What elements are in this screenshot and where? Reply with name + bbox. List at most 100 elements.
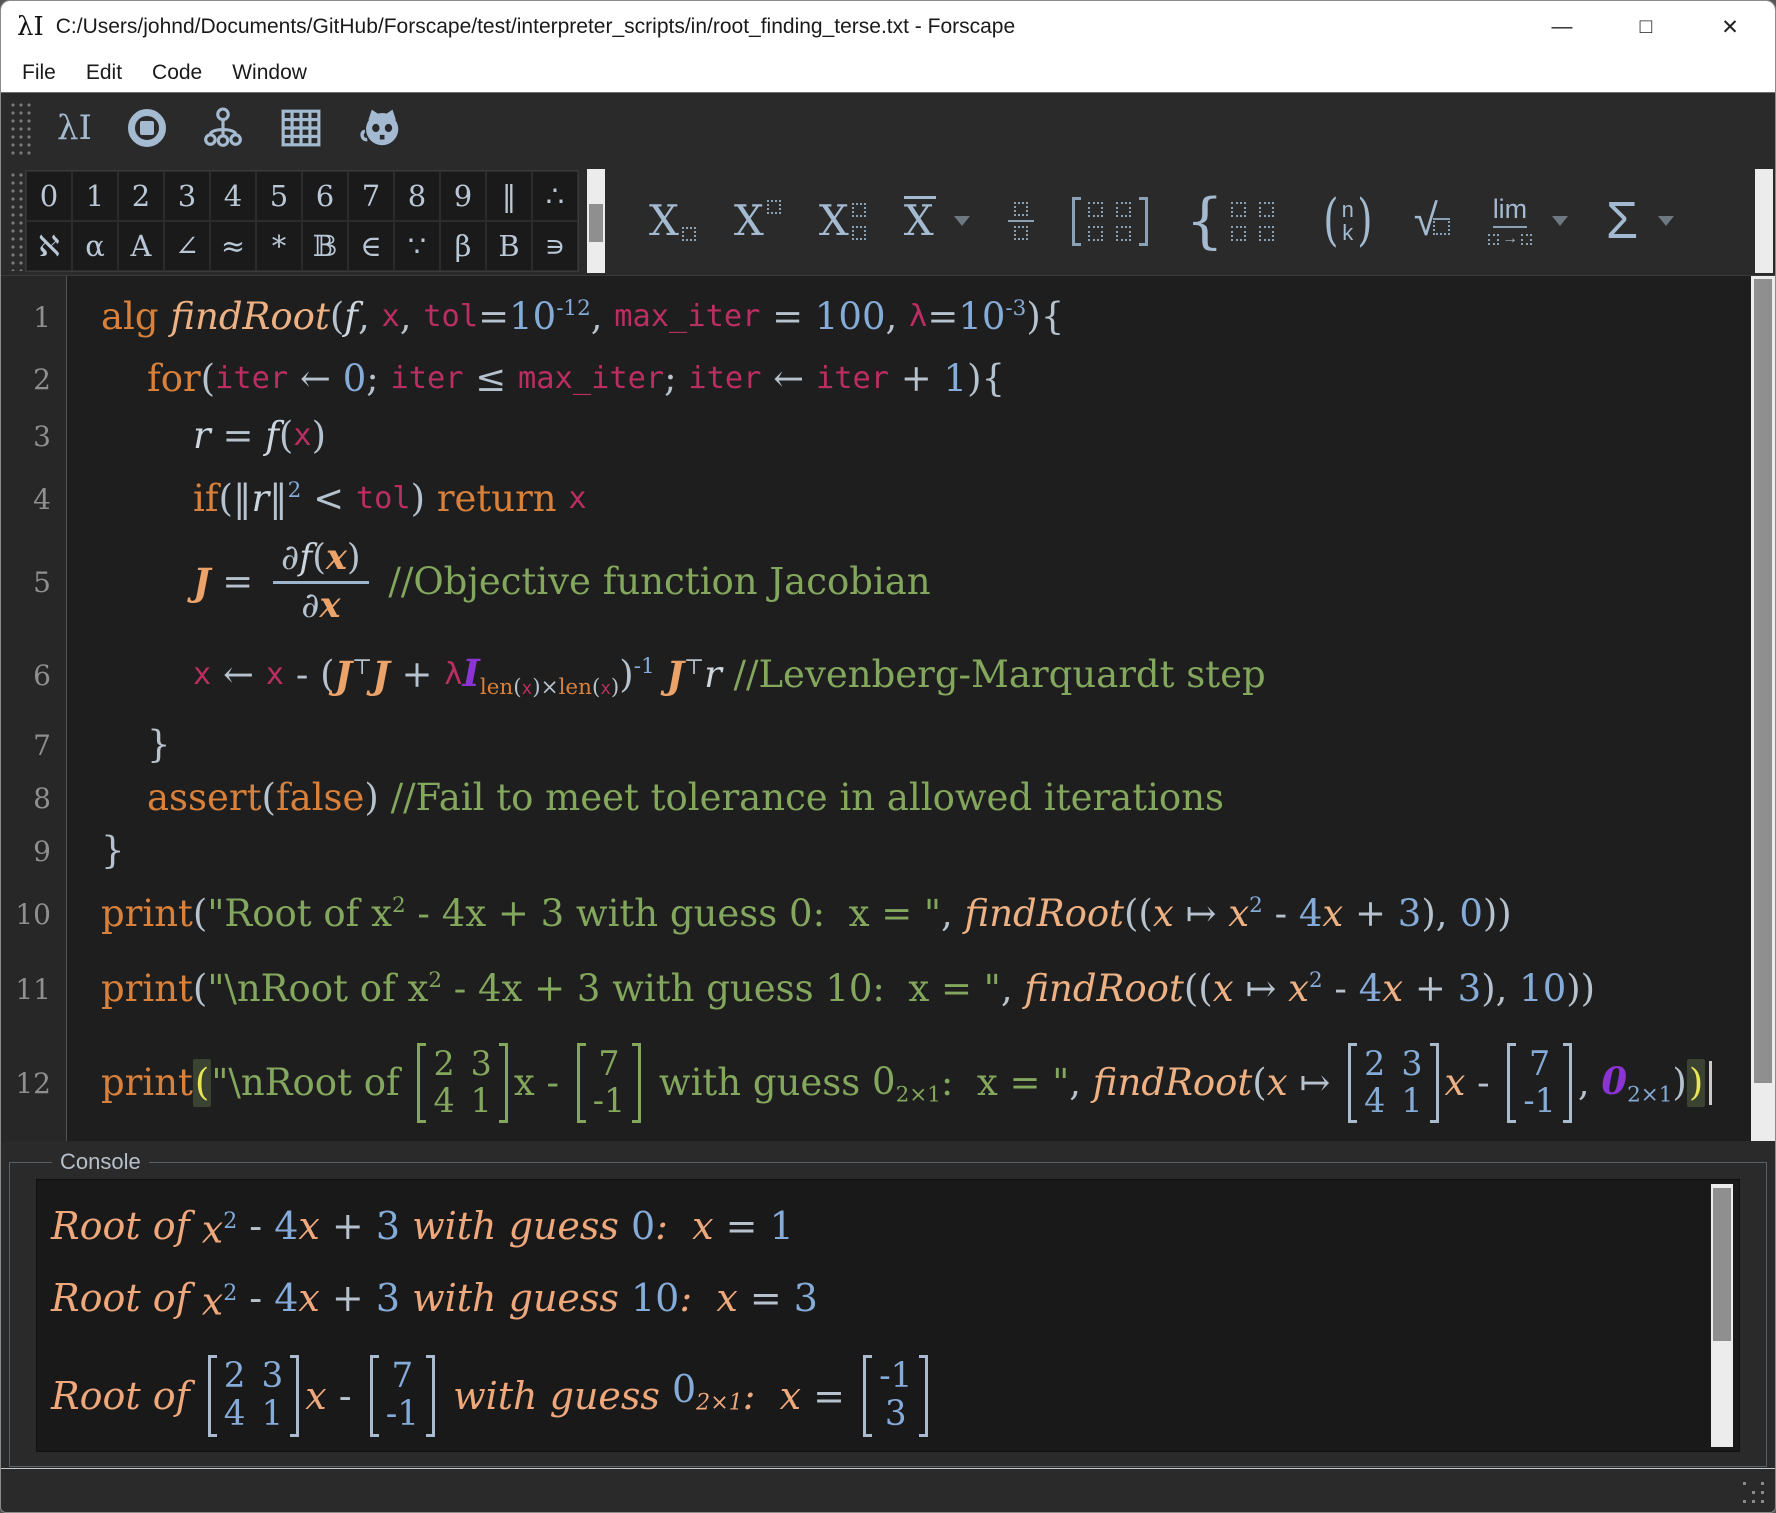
- code-line-content: for(iter ← 0; iter ≤ max_iter; iter ← it…: [67, 355, 1005, 403]
- code-line-content: alg findRoot(f, x, tol = 10-12, max_iter =…: [67, 293, 1064, 341]
- subscript-button[interactable]: X: [649, 200, 696, 242]
- sqrt-button[interactable]: √: [1414, 199, 1450, 243]
- github-button[interactable]: [358, 105, 404, 151]
- editor-scrollbar-thumb[interactable]: [1754, 279, 1772, 1084]
- limit-button[interactable]: lim →: [1487, 194, 1532, 248]
- code-line-9[interactable]: 9}: [1, 826, 1775, 876]
- symbol-tree-button[interactable]: [202, 107, 244, 149]
- maximize-button[interactable]: □: [1631, 15, 1661, 40]
- token: //Objective function Jacobian: [388, 560, 931, 603]
- code-line-7[interactable]: 7}: [1, 720, 1775, 770]
- palette-scrollbar-thumb[interactable]: [589, 204, 603, 242]
- sum-dropdown-arrow[interactable]: [1658, 216, 1675, 226]
- menu-edit[interactable]: Edit: [71, 55, 137, 91]
- token: J: [334, 653, 353, 697]
- accent-bar-button[interactable]: X: [903, 196, 936, 242]
- menu-window[interactable]: Window: [217, 55, 322, 91]
- console-line-3: Root of 2341x - 7 -1 with guess 02×1: x =…: [51, 1338, 1699, 1451]
- token: 0: [671, 1366, 697, 1411]
- token: 2: [392, 893, 406, 919]
- palette-cell[interactable]: ∵: [394, 221, 440, 271]
- code-line-4[interactable]: 4 if(‖r‖2 < tol) return x: [1, 466, 1775, 532]
- limit-dropdown-arrow[interactable]: [1551, 216, 1568, 226]
- stop-button[interactable]: [127, 109, 166, 147]
- console-scrollbar-thumb[interactable]: [1713, 1188, 1731, 1341]
- code-line-3[interactable]: 3 r = f(x): [1, 408, 1775, 464]
- palette-scrollbar[interactable]: [587, 169, 605, 273]
- token: f: [344, 295, 358, 338]
- palette-cell[interactable]: 1: [72, 171, 118, 221]
- palette-cell[interactable]: ∠: [164, 221, 210, 271]
- palette-cell[interactable]: α: [72, 221, 118, 271]
- symbol-row: 0 1 2 3 4 5 6 7 8 9 ‖ ∴ ℵ α A ∠ ≈ * 𝔹 ∈ ∵ β B ∍ X X X X: [1, 163, 1775, 275]
- token: I: [462, 651, 480, 696]
- palette-cell[interactable]: ∴: [532, 171, 578, 221]
- palette-drag-handle[interactable]: [9, 171, 23, 271]
- palette-cell[interactable]: 8: [394, 171, 440, 221]
- token: iter: [815, 361, 889, 396]
- code-line-11[interactable]: 11 print("\nRoot of x2 - 4x + 3 with gues…: [1, 952, 1775, 1026]
- palette-cell[interactable]: 3: [164, 171, 210, 221]
- token: -: [1322, 967, 1359, 1010]
- palette-cell[interactable]: ∍: [532, 221, 578, 271]
- token: J: [372, 653, 390, 697]
- forscape-logo-button[interactable]: λΙ: [57, 108, 92, 148]
- palette-cell[interactable]: 0: [26, 171, 72, 221]
- superscript-button[interactable]: X: [734, 200, 781, 242]
- palette-cell[interactable]: ≈: [210, 221, 256, 271]
- token: (: [278, 414, 294, 457]
- cases-button[interactable]: {: [1186, 191, 1282, 251]
- mathbar-scrollbar[interactable]: [1755, 169, 1773, 273]
- editor-scrollbar[interactable]: [1751, 276, 1775, 1141]
- console-output[interactable]: Root of x2 - 4x + 3 with guess 0: x = 1R…: [36, 1179, 1740, 1452]
- menu-file[interactable]: File: [7, 55, 71, 91]
- toolbar-drag-handle[interactable]: [9, 101, 35, 155]
- palette-cell[interactable]: 2: [118, 171, 164, 221]
- code-line-5[interactable]: 5J = ∂ f(x) ∂ x //Objective function Jacobi…: [1, 534, 1775, 630]
- subsuperscript-x-icon: X: [818, 196, 849, 245]
- close-button[interactable]: ✕: [1715, 15, 1745, 40]
- palette-cell[interactable]: 9: [440, 171, 486, 221]
- palette-cell[interactable]: B: [486, 221, 532, 271]
- palette-cell[interactable]: ∈: [348, 221, 394, 271]
- palette-cell[interactable]: ‖: [486, 171, 532, 221]
- accent-dropdown-arrow[interactable]: [953, 216, 970, 226]
- token: +: [319, 1204, 376, 1248]
- palette-cell[interactable]: β: [440, 221, 486, 271]
- palette-cell[interactable]: ℵ: [26, 221, 72, 271]
- sum-button[interactable]: Σ: [1606, 195, 1638, 247]
- palette-cell[interactable]: A: [118, 221, 164, 271]
- grid-view-button[interactable]: [280, 107, 322, 149]
- token: ): [311, 414, 327, 457]
- token: ←: [761, 357, 816, 400]
- palette-cell[interactable]: 4: [210, 171, 256, 221]
- matrix-button[interactable]: [1071, 196, 1148, 246]
- code-editor[interactable]: 1 alg findRoot(f, x, tol = 10-12, max_iter …: [1, 275, 1775, 1141]
- code-line-10[interactable]: 10 print("Root of x2 - 4x + 3 with guess …: [1, 878, 1775, 950]
- resize-grip[interactable]: [1743, 1482, 1767, 1506]
- code-line-content: print("Root of x2 - 4x + 3 with guess 0:…: [67, 890, 1512, 938]
- palette-cell[interactable]: 6: [302, 171, 348, 221]
- fraction-button[interactable]: [1007, 202, 1034, 240]
- palette-cell[interactable]: 5: [256, 171, 302, 221]
- code-line-1[interactable]: 1 alg findRoot(f, x, tol = 10-12, max_iter …: [1, 284, 1775, 350]
- palette-cell[interactable]: 𝔹: [302, 221, 348, 271]
- token: x: [407, 967, 429, 1010]
- token: with guess: [647, 1061, 873, 1104]
- palette-cell[interactable]: *: [256, 221, 302, 271]
- code-line-2[interactable]: 2 for(iter ← 0; iter ≤ max_iter; iter ← i…: [1, 352, 1775, 406]
- minimize-button[interactable]: —: [1547, 15, 1577, 40]
- palette-cell[interactable]: 7: [348, 171, 394, 221]
- token: ,: [940, 892, 965, 935]
- code-line-6[interactable]: 6x ← x - (J⊤ J + λ Ilen(x)×len(x))-1 J⊤ r /…: [1, 632, 1775, 718]
- console-scrollbar[interactable]: [1711, 1184, 1733, 1447]
- subsuperscript-button[interactable]: X: [819, 200, 866, 242]
- code-line-content: r = f(x): [67, 412, 326, 460]
- menu-code[interactable]: Code: [137, 55, 217, 91]
- token: 100: [814, 295, 886, 338]
- console-lines: Root of x2 - 4x + 3 with guess 0: x = 1R…: [51, 1194, 1699, 1451]
- code-line-8[interactable]: 8 assert(false) //Fail to meet tolerance …: [1, 772, 1775, 824]
- code-line-12[interactable]: 12 print("\nRoot of 2341x - 7 -1 with gues…: [1, 1028, 1775, 1138]
- grid-icon: [281, 109, 321, 147]
- binomial-button[interactable]: ( nk ): [1320, 192, 1376, 248]
